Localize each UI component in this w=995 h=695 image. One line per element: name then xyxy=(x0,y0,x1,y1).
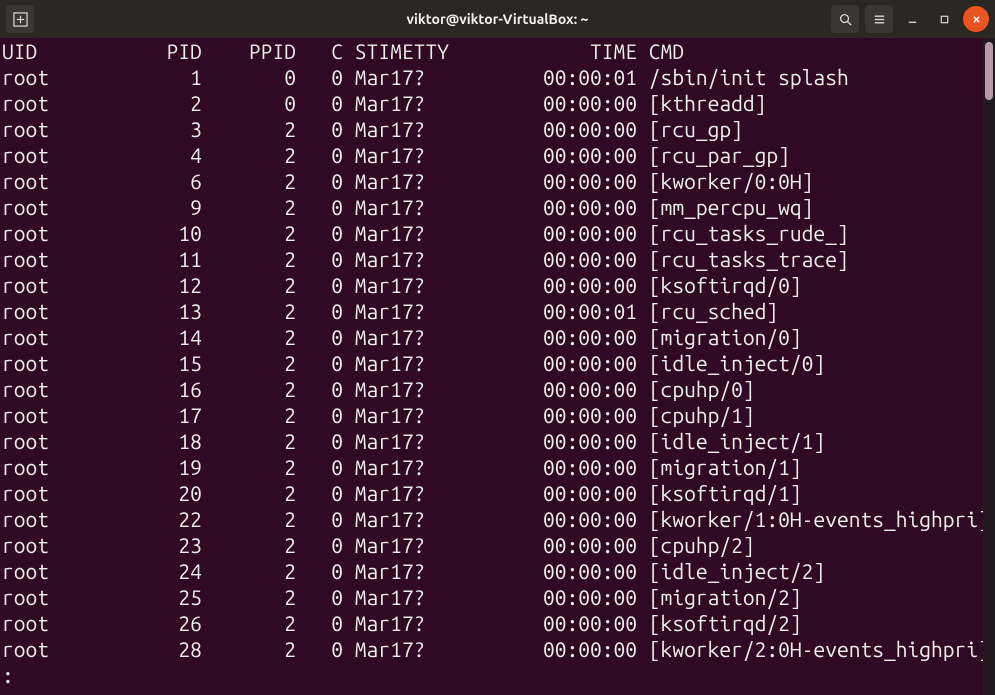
process-row: root 4 2 0 Mar17? 00:00:00 [rcu_par_gp] xyxy=(2,142,977,168)
new-tab-icon xyxy=(13,12,28,27)
new-tab-button[interactable] xyxy=(6,5,34,33)
terminal-content: UID PID PPID C STIMETTY TIME CMD root 1 … xyxy=(0,38,995,688)
process-row: root 12 2 0 Mar17? 00:00:00 [ksoftirqd/0… xyxy=(2,272,977,298)
maximize-button[interactable] xyxy=(931,6,957,32)
scrollbar-thumb[interactable] xyxy=(985,42,993,100)
process-row: root 3 2 0 Mar17? 00:00:00 [rcu_gp] xyxy=(2,116,977,142)
terminal[interactable]: UID PID PPID C STIMETTY TIME CMD root 1 … xyxy=(0,38,995,695)
process-rows: root 1 0 0 Mar17? 00:00:01 /sbin/init sp… xyxy=(2,64,977,662)
process-row: root 14 2 0 Mar17? 00:00:00 [migration/0… xyxy=(2,324,977,350)
process-row: root 16 2 0 Mar17? 00:00:00 [cpuhp/0] xyxy=(2,376,977,402)
titlebar-right xyxy=(831,5,995,33)
process-row: root 28 2 0 Mar17? 00:00:00 [kworker/2:0… xyxy=(2,636,977,662)
process-row: root 13 2 0 Mar17? 00:00:01 [rcu_sched] xyxy=(2,298,977,324)
minimize-icon xyxy=(907,14,918,25)
process-row: root 11 2 0 Mar17? 00:00:00 [rcu_tasks_t… xyxy=(2,246,977,272)
titlebar: viktor@viktor-VirtualBox: ~ xyxy=(0,0,995,38)
maximize-icon xyxy=(939,14,950,25)
close-button[interactable] xyxy=(963,6,989,32)
process-row: root 22 2 0 Mar17? 00:00:00 [kworker/1:0… xyxy=(2,506,977,532)
menu-button[interactable] xyxy=(865,5,893,33)
scrollbar-track[interactable] xyxy=(983,38,995,695)
process-row: root 6 2 0 Mar17? 00:00:00 [kworker/0:0H… xyxy=(2,168,977,194)
process-row: root 1 0 0 Mar17? 00:00:01 /sbin/init sp… xyxy=(2,64,977,90)
pager-prompt[interactable]: : xyxy=(2,662,977,688)
close-icon xyxy=(971,14,982,25)
process-row: root 17 2 0 Mar17? 00:00:00 [cpuhp/1] xyxy=(2,402,977,428)
process-row: root 18 2 0 Mar17? 00:00:00 [idle_inject… xyxy=(2,428,977,454)
process-row: root 2 0 0 Mar17? 00:00:00 [kthreadd] xyxy=(2,90,977,116)
process-row: root 20 2 0 Mar17? 00:00:00 [ksoftirqd/1… xyxy=(2,480,977,506)
process-row: root 15 2 0 Mar17? 00:00:00 [idle_inject… xyxy=(2,350,977,376)
minimize-button[interactable] xyxy=(899,6,925,32)
process-header-row: UID PID PPID C STIMETTY TIME CMD xyxy=(2,38,977,64)
process-row: root 25 2 0 Mar17? 00:00:00 [migration/2… xyxy=(2,584,977,610)
process-row: root 19 2 0 Mar17? 00:00:00 [migration/1… xyxy=(2,454,977,480)
process-row: root 26 2 0 Mar17? 00:00:00 [ksoftirqd/2… xyxy=(2,610,977,636)
process-row: root 10 2 0 Mar17? 00:00:00 [rcu_tasks_r… xyxy=(2,220,977,246)
search-button[interactable] xyxy=(831,5,859,33)
process-row: root 9 2 0 Mar17? 00:00:00 [mm_percpu_wq… xyxy=(2,194,977,220)
process-row: root 24 2 0 Mar17? 00:00:00 [idle_inject… xyxy=(2,558,977,584)
hamburger-icon xyxy=(872,12,887,27)
process-row: root 23 2 0 Mar17? 00:00:00 [cpuhp/2] xyxy=(2,532,977,558)
search-icon xyxy=(838,12,853,27)
titlebar-left xyxy=(0,5,34,33)
